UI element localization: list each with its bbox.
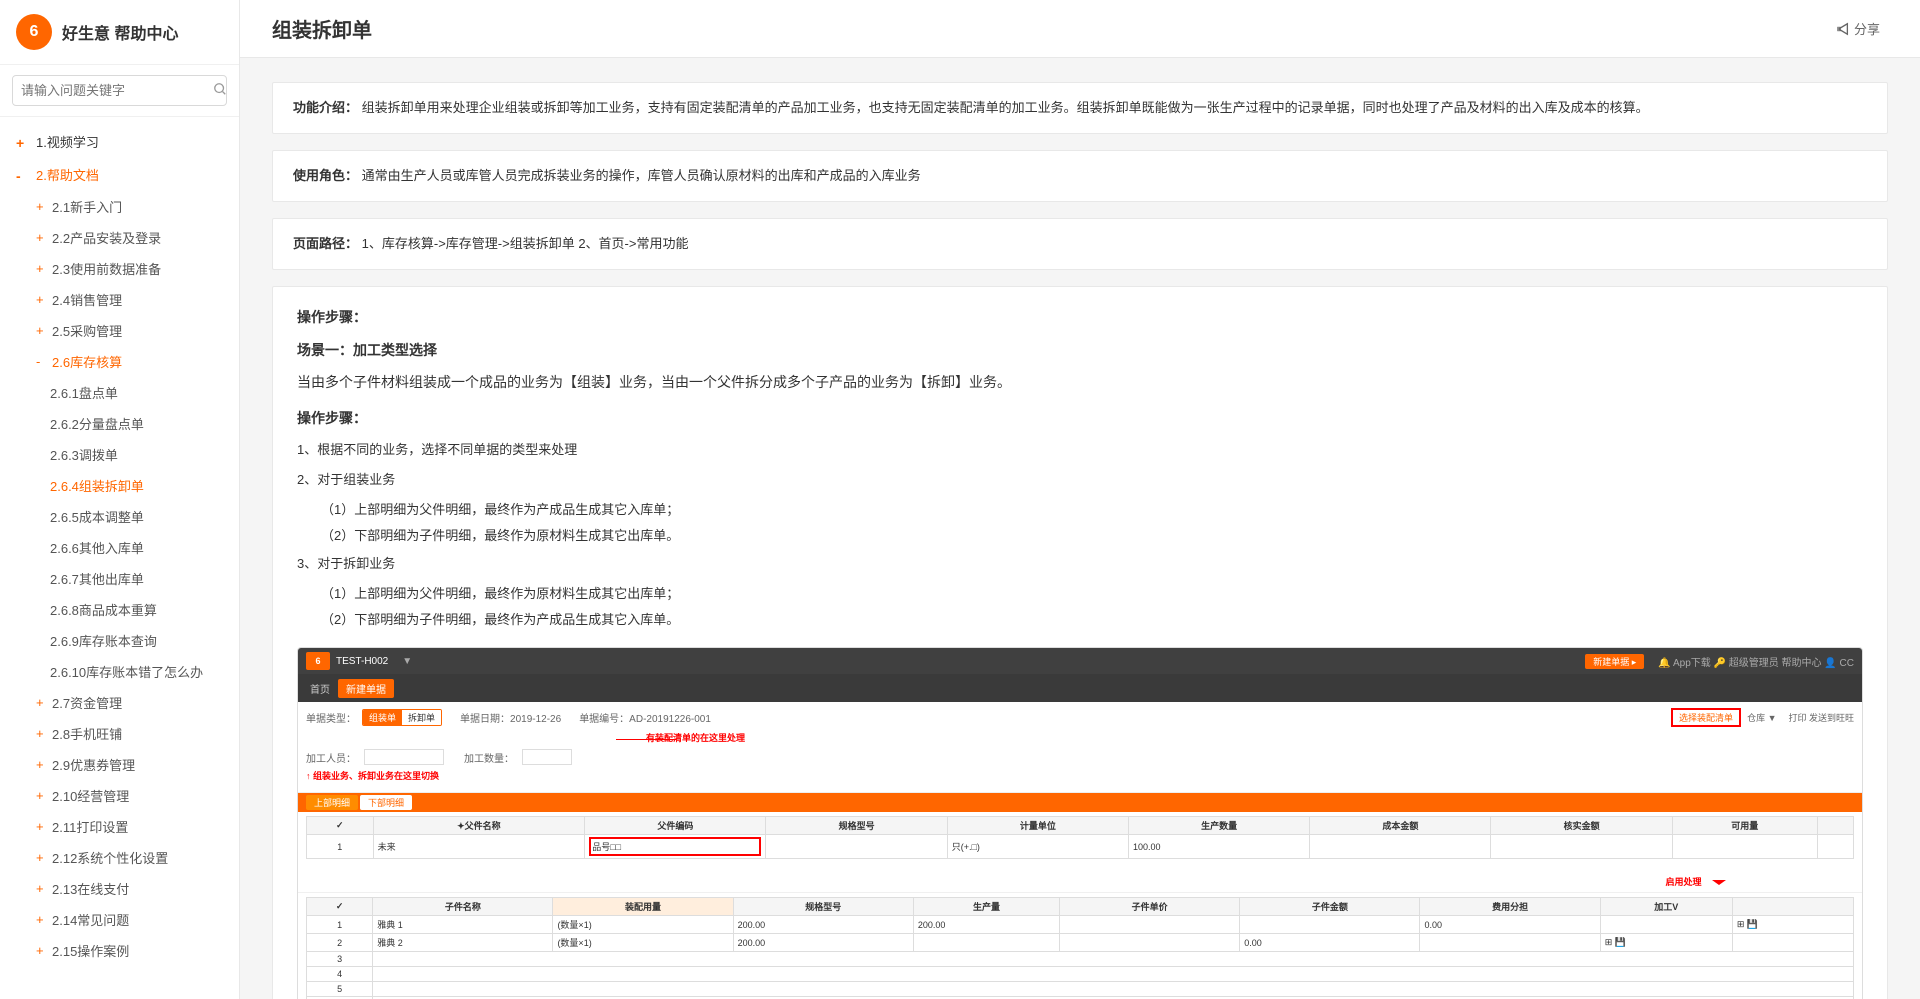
path-label: 页面路径： — [293, 236, 358, 251]
annotation-enable: 启用处理 — [1665, 877, 1701, 887]
nav-item-2-15[interactable]: + 2.15操作案例 — [0, 935, 239, 966]
logo-text: 好生意 帮助中心 — [62, 20, 178, 44]
nav-item-2-12[interactable]: + 2.12系统个性化设置 — [0, 842, 239, 873]
share-icon — [1836, 22, 1850, 36]
ops-steps-label: 操作步骤： — [297, 407, 1863, 431]
nav-leaf-2-6-4[interactable]: 2.6.4组装拆卸单 — [0, 470, 239, 501]
annotation-line-1 — [616, 739, 676, 740]
nav-leaf-2-6-8[interactable]: 2.6.8商品成本重算 — [0, 594, 239, 625]
search-button[interactable] — [205, 76, 227, 105]
screenshot-container: 6 TEST-H002 ▼ 新建单据 ▸ 🔔 App下载 🔑 超级管理员 帮助中… — [297, 647, 1863, 999]
nav-item-2-9[interactable]: + 2.9优惠券管理 — [0, 749, 239, 780]
nav-item-2-3[interactable]: + 2.3使用前数据准备 — [0, 253, 239, 284]
intro-label: 功能介绍： — [293, 100, 358, 115]
nav-leaf-2-6-3[interactable]: 2.6.3调拨单 — [0, 439, 239, 470]
step-3-sub-1: （1）上部明细为父件明细，最终作为原材料生成其它出库单； — [297, 583, 1863, 605]
logo-area: 6 好生意 帮助中心 — [0, 0, 239, 65]
nav-item-2-label: 2.帮助文档 — [36, 165, 99, 184]
mock-tab-lower[interactable]: 下部明细 — [360, 795, 412, 810]
mock-doc-type: 组装单 拆卸单 — [362, 709, 442, 726]
nav-item-2[interactable]: - 2.帮助文档 — [0, 158, 239, 191]
expand-icon-2-6: - — [36, 354, 48, 369]
step-2-sub-1: （1）上部明细为父件明细，最终作为产成品生成其它入库单； — [297, 499, 1863, 521]
mock-upper-table: ✓ ✦父件名称 父件编码 规格型号 计量单位 生产数量 成本金额 核实金额 可用… — [306, 816, 1854, 859]
nav-item-2-10[interactable]: + 2.10经营管理 — [0, 780, 239, 811]
main-content: 组装拆卸单 分享 功能介绍： 组装拆卸单用来处理企业组装或拆卸等加工业务，支持有… — [240, 0, 1920, 999]
nav-leaf-2-6-9[interactable]: 2.6.9库存账本查询 — [0, 625, 239, 656]
nav-leaf-2-6-7[interactable]: 2.6.7其他出库单 — [0, 563, 239, 594]
path-text: 1、库存核算->库存管理->组装拆卸单 2、首页->常用功能 — [362, 236, 689, 251]
intro-block: 功能介绍： 组装拆卸单用来处理企业组装或拆卸等加工业务，支持有固定装配清单的产品… — [272, 82, 1888, 134]
nav-item-2-5[interactable]: + 2.5采购管理 — [0, 315, 239, 346]
nav-leaf-2-6-1[interactable]: 2.6.1盘点单 — [0, 377, 239, 408]
nav-item-2-2[interactable]: + 2.2产品安装及登录 — [0, 222, 239, 253]
mock-nav-home[interactable]: 首页 — [304, 679, 336, 698]
nav-item-2-8[interactable]: + 2.8手机旺铺 — [0, 718, 239, 749]
mock-lower-table: ✓ 子件名称 装配用量 规格型号 生产量 子件单价 子件金额 费用分担 加工V — [306, 897, 1854, 999]
page-title: 组装拆卸单 — [272, 14, 372, 43]
annotation-arrow — [1704, 865, 1734, 885]
search-icon — [213, 82, 227, 96]
expand-icon-2: - — [16, 168, 30, 182]
search-area — [0, 65, 239, 117]
step-3: 3、对于拆卸业务 — [297, 553, 1863, 575]
scenario1-title: 场景一：加工类型选择 — [297, 339, 1863, 363]
step-1: 1、根据不同的业务，选择不同单据的类型来处理 — [297, 439, 1863, 461]
nav-item-2-13[interactable]: + 2.13在线支付 — [0, 873, 239, 904]
path-block: 页面路径： 1、库存核算->库存管理->组装拆卸单 2、首页->常用功能 — [272, 218, 1888, 270]
mock-worker-input[interactable] — [364, 749, 444, 765]
mock-tab-upper[interactable]: 上部明细 — [306, 795, 358, 810]
nav-item-2-4[interactable]: + 2.4销售管理 — [0, 284, 239, 315]
annotation-switch: ↑ 组装业务、拆卸业务在这里切换 — [306, 769, 1854, 782]
ops-title: 操作步骤： — [297, 307, 1863, 327]
intro-text: 组装拆卸单用来处理企业组装或拆卸等加工业务，支持有固定装配清单的产品加工业务，也… — [362, 100, 1649, 115]
nav-tree: + 1.视频学习 - 2.帮助文档 + 2.1新手入门 + 2.2产品安装及登录 — [0, 117, 239, 999]
nav-item-2-6[interactable]: - 2.6库存核算 — [0, 346, 239, 377]
content-area: 功能介绍： 组装拆卸单用来处理企业组装或拆卸等加工业务，支持有固定装配清单的产品… — [240, 58, 1920, 999]
mock-qty-input[interactable] — [522, 749, 572, 765]
role-block: 使用角色： 通常由生产人员或库管人员完成拆装业务的操作，库管人员确认原材料的出库… — [272, 150, 1888, 202]
nav-item-1[interactable]: + 1.视频学习 — [0, 125, 239, 158]
nav-item-2-11[interactable]: + 2.11打印设置 — [0, 811, 239, 842]
nav-item-2-1[interactable]: + 2.1新手入门 — [0, 191, 239, 222]
role-label: 使用角色： — [293, 168, 358, 183]
mock-app-title: TEST-H002 — [336, 656, 388, 667]
role-text: 通常由生产人员或库管人员完成拆装业务的操作，库管人员确认原材料的出库和产成品的入… — [362, 168, 921, 183]
nav-leaf-2-6-5[interactable]: 2.6.5成本调整单 — [0, 501, 239, 532]
nav-leaf-2-6-2[interactable]: 2.6.2分量盘点单 — [0, 408, 239, 439]
mock-tabs: 上部明细 下部明细 — [298, 793, 1862, 812]
annotation-1: 有装配清单的在这里处理 — [646, 731, 745, 744]
share-button[interactable]: 分享 — [1828, 15, 1888, 42]
nav-item-2-14[interactable]: + 2.14常见问题 — [0, 904, 239, 935]
mock-logo: 6 — [306, 652, 330, 670]
search-input[interactable] — [13, 77, 205, 104]
main-header: 组装拆卸单 分享 — [240, 0, 1920, 58]
nav-item-1-label: 1.视频学习 — [36, 132, 99, 151]
expand-icon-1: + — [16, 135, 30, 149]
sidebar: 6 好生意 帮助中心 + 1.视频学习 - 2.帮助文 — [0, 0, 240, 999]
mock-new-doc-btn[interactable]: 新建单据 ▸ — [1585, 654, 1644, 669]
share-label: 分享 — [1854, 19, 1880, 38]
mock-parent-code: 品号□□ — [589, 837, 761, 856]
mock-assembly-list-btn[interactable]: 选择装配清单 — [1671, 708, 1741, 727]
logo-icon: 6 — [16, 14, 52, 50]
nav-leaf-2-6-10[interactable]: 2.6.10库存账本错了怎么办 — [0, 656, 239, 687]
step-2: 2、对于组装业务 — [297, 469, 1863, 491]
mock-nav-new[interactable]: 新建单据 — [338, 679, 394, 698]
nav-leaf-2-6-6[interactable]: 2.6.6其他入库单 — [0, 532, 239, 563]
scenario1-desc: 当由多个子件材料组装成一个成品的业务为【组装】业务，当由一个父件拆分成多个子产品… — [297, 371, 1863, 395]
search-input-wrapper — [12, 75, 227, 106]
step-2-sub-2: （2）下部明细为子件明细，最终作为原材料生成其它出库单。 — [297, 525, 1863, 547]
nav-item-2-7[interactable]: + 2.7资金管理 — [0, 687, 239, 718]
step-3-sub-2: （2）下部明细为子件明细，最终作为产成品生成其它入库单。 — [297, 609, 1863, 631]
